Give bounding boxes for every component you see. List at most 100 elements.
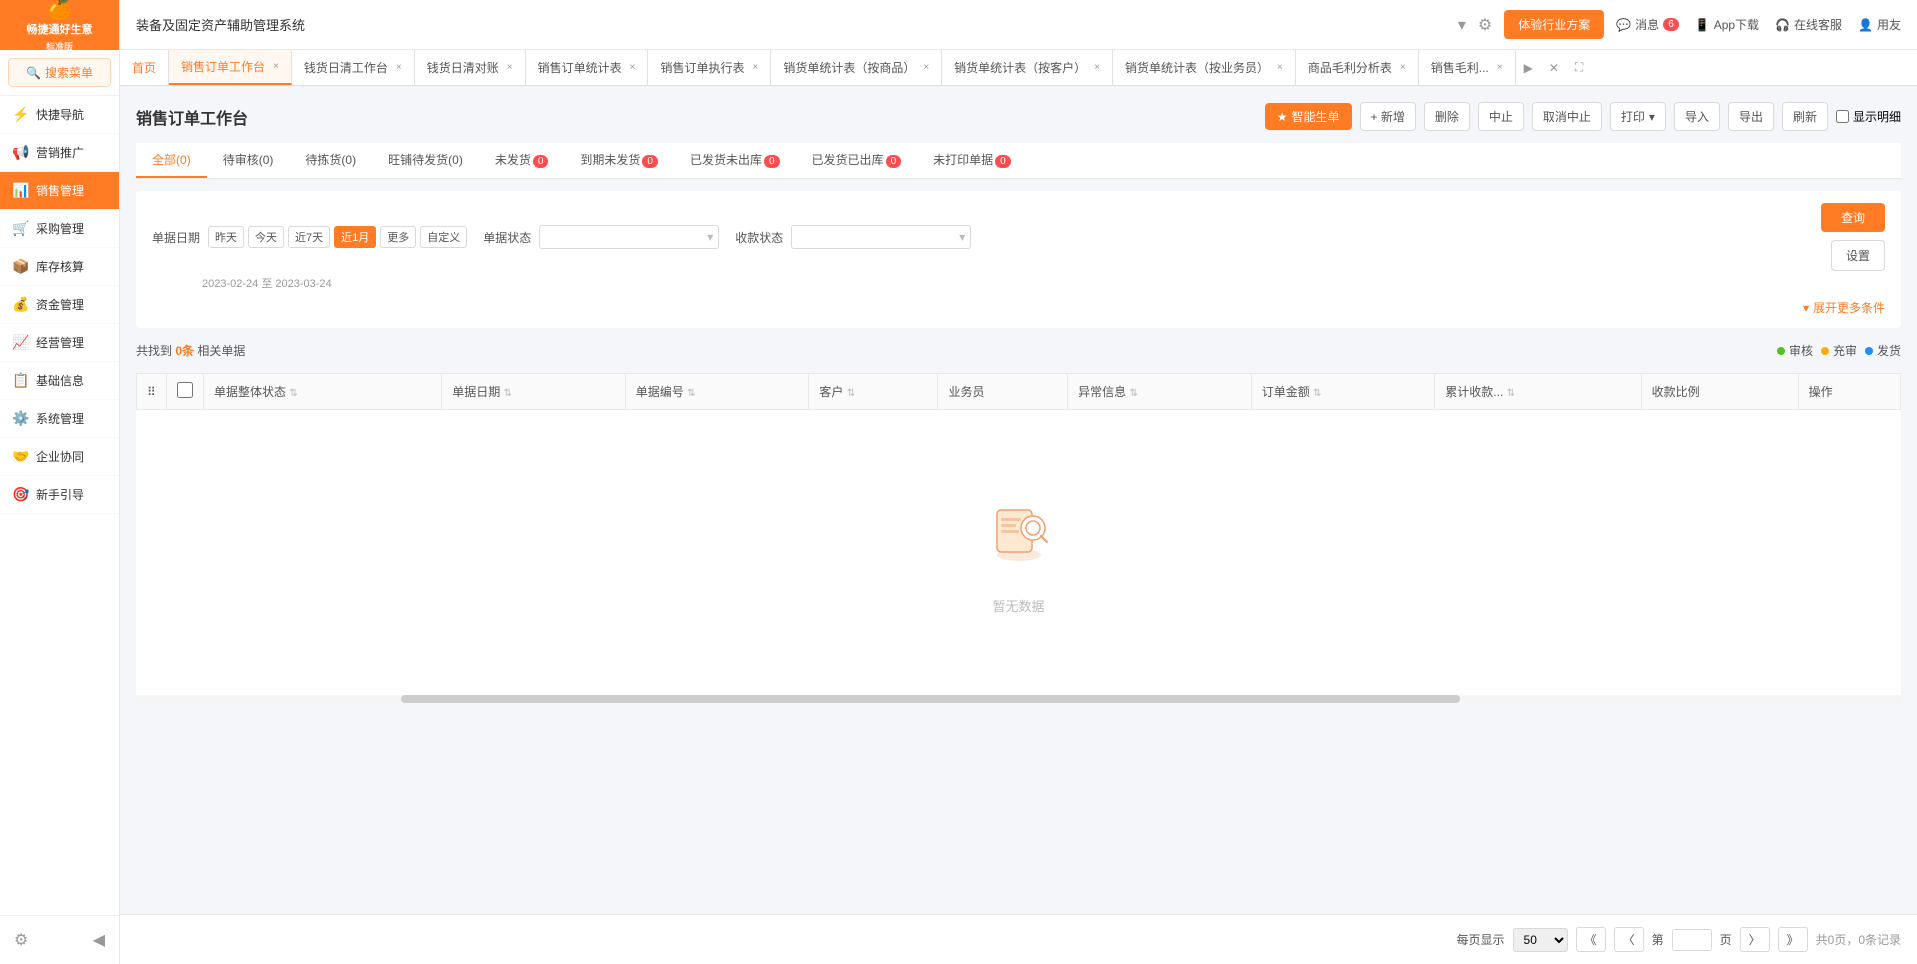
sidebar-item-quick-nav[interactable]: ⚡ 快捷导航	[0, 96, 119, 134]
th-customer[interactable]: 客户 ⇅	[809, 374, 938, 410]
sidebar-item-sales[interactable]: 📊 销售管理	[0, 172, 119, 210]
tab-sales-by-product[interactable]: 销货单统计表（按商品） ×	[771, 50, 942, 85]
tab-home[interactable]: 首页	[120, 50, 169, 85]
print-button[interactable]: 打印 ▾	[1610, 102, 1666, 131]
th-status[interactable]: 单据整体状态 ⇅	[204, 374, 442, 410]
tab-close-gross-margin[interactable]: ×	[1400, 62, 1406, 73]
tab-close-by-customer[interactable]: ×	[1094, 62, 1100, 73]
sidebar-item-inventory[interactable]: 📦 库存核算	[0, 248, 119, 286]
settings-button[interactable]: ⚙	[10, 926, 32, 954]
filter-tab-shipped-out[interactable]: 已发货已出库0	[796, 143, 918, 178]
operations-icon: 📈	[12, 334, 28, 351]
filter-tab-overdue-ship[interactable]: 到期未发货0	[564, 143, 674, 178]
th-salesman[interactable]: 业务员	[938, 374, 1068, 410]
th-received[interactable]: 累计收款... ⇅	[1435, 374, 1641, 410]
tab-close-by-product[interactable]: ×	[923, 62, 929, 73]
stop-button[interactable]: 中止	[1478, 102, 1524, 131]
sidebar-item-enterprise[interactable]: 🤝 企业协同	[0, 438, 119, 476]
reverse-audit-action-btn[interactable]: 充审	[1821, 342, 1857, 359]
query-button[interactable]: 查询	[1821, 203, 1885, 232]
sidebar-item-guide[interactable]: 🎯 新手引导	[0, 476, 119, 514]
search-menu-button[interactable]: 🔍 搜索菜单	[8, 58, 111, 87]
topbar-gear-icon[interactable]: ⚙	[1478, 15, 1492, 35]
import-button[interactable]: 导入	[1674, 102, 1720, 131]
tab-close-sales-stats[interactable]: ×	[630, 62, 636, 73]
tab-sales-gross[interactable]: 销售毛利... ×	[1419, 50, 1516, 85]
shipped-out-badge: 0	[886, 155, 902, 168]
tab-close-sales-gross[interactable]: ×	[1497, 62, 1503, 73]
expand-button[interactable]: ▾ 展开更多条件	[1803, 299, 1885, 316]
tab-close-sales-order[interactable]: ×	[273, 61, 279, 72]
first-page-button[interactable]: 《	[1576, 927, 1606, 952]
tab-sales-stats[interactable]: 销售订单统计表 ×	[526, 50, 649, 85]
tab-nav-maximize[interactable]: ⛶	[1567, 60, 1591, 75]
last-page-button[interactable]: 》	[1778, 927, 1808, 952]
th-ratio[interactable]: 收款比例	[1641, 374, 1798, 410]
date-btn-yesterday[interactable]: 昨天	[208, 226, 244, 248]
tab-sales-by-customer[interactable]: 销货单统计表（按客户） ×	[942, 50, 1113, 85]
filter-tab-pending-pick[interactable]: 待拣货(0)	[289, 143, 372, 178]
filter-tab-not-shipped[interactable]: 未发货0	[479, 143, 565, 178]
tab-cash-daily[interactable]: 钱货日清工作台 ×	[292, 50, 415, 85]
tab-close-cash-reconcile[interactable]: ×	[507, 62, 513, 73]
sidebar-item-operations[interactable]: 📈 经营管理	[0, 324, 119, 362]
sidebar-item-finance[interactable]: 💰 资金管理	[0, 286, 119, 324]
sidebar-item-purchase[interactable]: 🛒 采购管理	[0, 210, 119, 248]
message-item[interactable]: 💬 消息 6	[1616, 16, 1679, 33]
date-btn-today[interactable]: 今天	[248, 226, 284, 248]
filter-tab-not-printed[interactable]: 未打印单据0	[917, 143, 1027, 178]
online-service-item[interactable]: 🎧 在线客服	[1775, 16, 1842, 33]
user-item[interactable]: 👤 用友	[1858, 16, 1901, 33]
delete-button[interactable]: 删除	[1424, 102, 1470, 131]
payment-input[interactable]	[791, 225, 971, 249]
horizontal-scrollbar[interactable]	[136, 695, 1901, 703]
ship-action-btn[interactable]: 发货	[1865, 342, 1901, 359]
tab-nav-close-all[interactable]: ✕	[1541, 61, 1567, 75]
audit-action-btn[interactable]: 审核	[1777, 342, 1813, 359]
new-button[interactable]: + 新增	[1360, 102, 1416, 131]
show-detail-label[interactable]: 显示明细	[1836, 108, 1901, 125]
th-date[interactable]: 单据日期 ⇅	[442, 374, 626, 410]
refresh-button[interactable]: 刷新	[1782, 102, 1828, 131]
th-amount[interactable]: 订单金额 ⇅	[1251, 374, 1435, 410]
date-btn-1month[interactable]: 近1月	[334, 226, 376, 248]
solution-button[interactable]: 体验行业方案	[1504, 10, 1604, 39]
app-download-item[interactable]: 📱 App下载	[1695, 16, 1759, 33]
tab-close-sales-exec[interactable]: ×	[752, 62, 758, 73]
scrollbar-thumb[interactable]	[401, 695, 1460, 703]
smart-create-button[interactable]: ★ 智能生单	[1265, 103, 1352, 130]
filter-tab-all[interactable]: 全部(0)	[136, 143, 207, 178]
tab-cash-reconcile[interactable]: 钱货日清对账 ×	[415, 50, 526, 85]
th-checkbox[interactable]	[167, 374, 204, 410]
th-number[interactable]: 单据编号 ⇅	[625, 374, 809, 410]
summary-actions: 审核 充审 发货	[1777, 342, 1901, 359]
date-btn-more[interactable]: 更多	[380, 226, 416, 248]
filter-tab-shipped-not-out[interactable]: 已发货未出库0	[674, 143, 796, 178]
date-btn-custom[interactable]: 自定义	[420, 226, 467, 248]
set-button[interactable]: 设置	[1831, 240, 1885, 271]
export-button[interactable]: 导出	[1728, 102, 1774, 131]
show-detail-checkbox[interactable]	[1836, 110, 1849, 123]
next-page-button[interactable]: 〉	[1740, 927, 1770, 952]
date-btn-7days[interactable]: 近7天	[288, 226, 330, 248]
status-input[interactable]	[539, 225, 719, 249]
th-exception[interactable]: 异常信息 ⇅	[1068, 374, 1252, 410]
cancel-stop-button[interactable]: 取消中止	[1532, 102, 1602, 131]
sidebar-item-marketing[interactable]: 📢 营销推广	[0, 134, 119, 172]
sidebar-item-system[interactable]: ⚙️ 系统管理	[0, 400, 119, 438]
tab-close-cash-daily[interactable]: ×	[396, 62, 402, 73]
prev-page-button[interactable]: 〈	[1614, 927, 1644, 952]
collapse-button[interactable]: ◀	[89, 926, 109, 954]
tab-nav-right[interactable]: ▶	[1516, 61, 1541, 75]
tab-gross-margin[interactable]: 商品毛利分析表 ×	[1296, 50, 1419, 85]
filter-tab-wangpu[interactable]: 旺铺待发货(0)	[372, 143, 479, 178]
tab-sales-by-salesman[interactable]: 销货单统计表（按业务员） ×	[1113, 50, 1296, 85]
page-size-select[interactable]: 20 50 100 200	[1513, 928, 1568, 952]
select-all-checkbox[interactable]	[177, 382, 193, 398]
page-input[interactable]: 1	[1672, 929, 1712, 951]
tab-sales-order[interactable]: 销售订单工作台 ×	[169, 50, 292, 85]
tab-close-by-salesman[interactable]: ×	[1277, 62, 1283, 73]
filter-tab-pending-review[interactable]: 待审核(0)	[207, 143, 290, 178]
tab-sales-exec[interactable]: 销售订单执行表 ×	[648, 50, 771, 85]
sidebar-item-basic-info[interactable]: 📋 基础信息	[0, 362, 119, 400]
